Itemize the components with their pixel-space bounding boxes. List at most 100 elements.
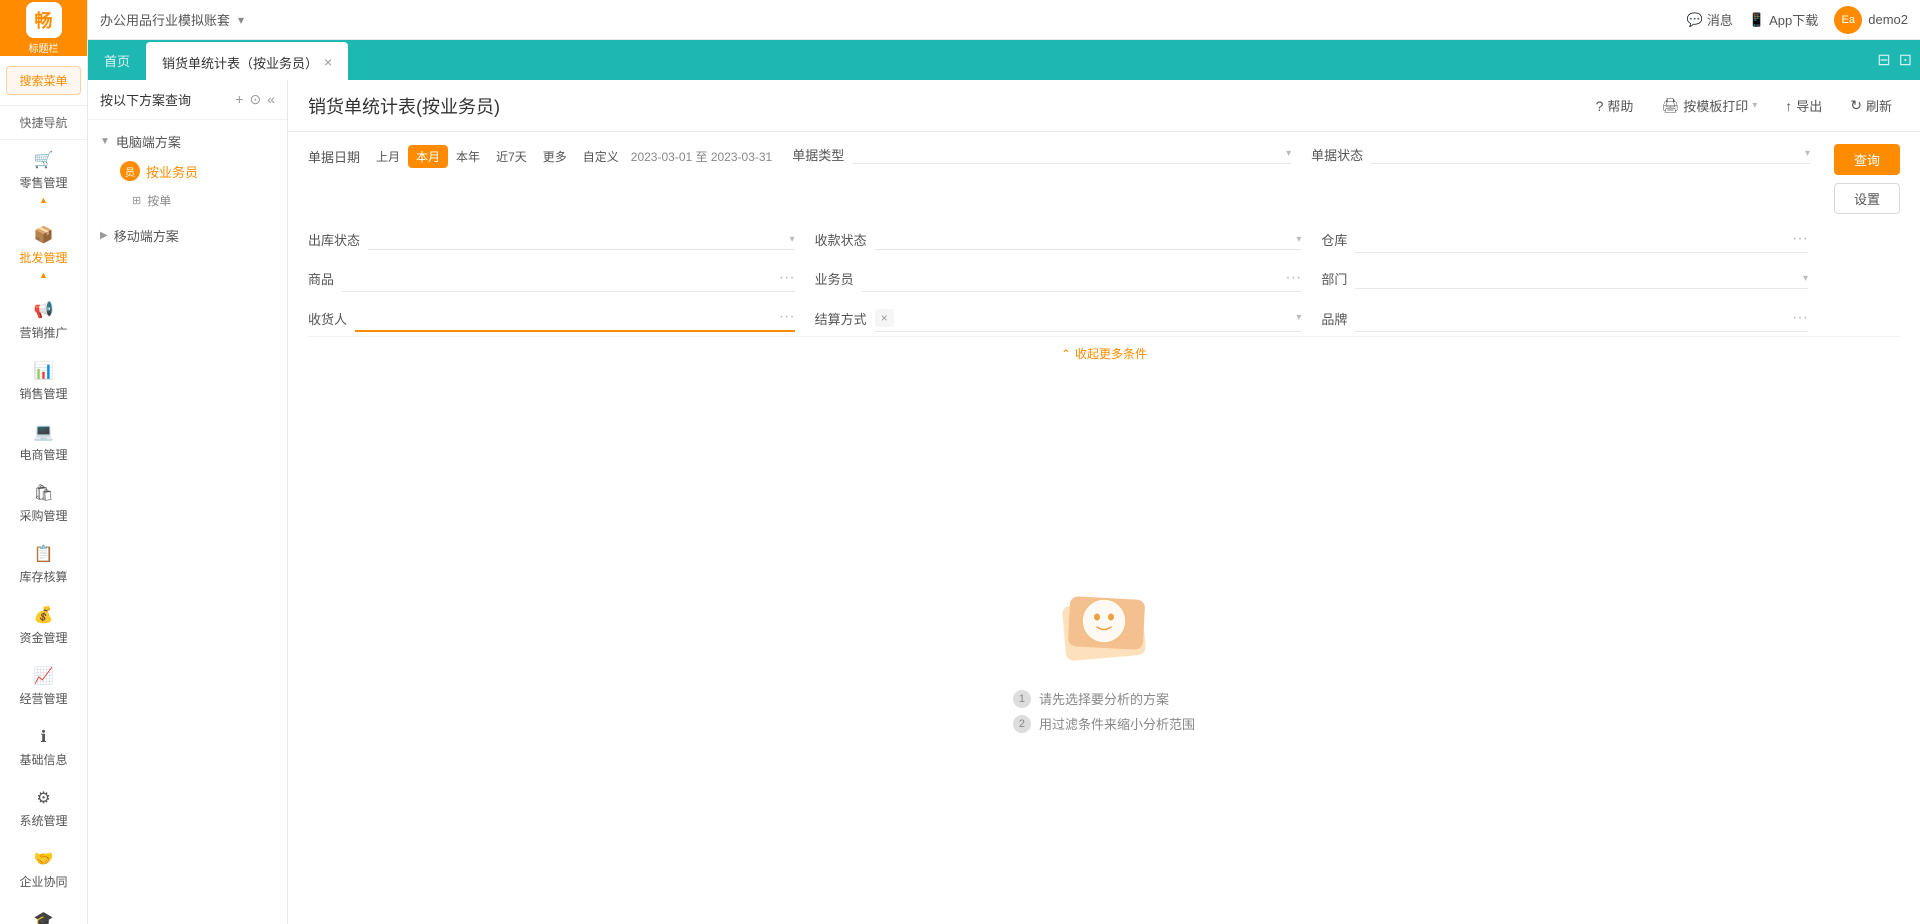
export-icon: ↑ [1785, 98, 1792, 114]
order-type-select[interactable]: ▾ [852, 144, 1291, 164]
salesperson-label: 业务员 [815, 269, 854, 288]
collapse-panel-button[interactable]: « [267, 91, 275, 108]
warehouse-dots[interactable]: ··· [1792, 230, 1808, 248]
sidebar-item-guide[interactable]: 🎓 新手引导 [0, 900, 87, 924]
page-header: 销货单统计表(按业务员) ? 帮助 🖨 按模板打印 ▾ ↑ [288, 80, 1920, 132]
refresh-icon: ↻ [1850, 97, 1862, 114]
print-dropdown-icon: ▾ [1752, 100, 1757, 111]
date-btn-last-month[interactable]: 上月 [368, 144, 408, 169]
scheme-item-salesperson[interactable]: 员 按业务员 [88, 155, 287, 187]
sidebar-item-inventory[interactable]: 📋 库存核算 [0, 534, 87, 595]
order-status-select[interactable]: ▾ [1371, 144, 1810, 164]
tab-sales-stats[interactable]: 销货单统计表（按业务员） × [146, 42, 348, 82]
sidebar-item-marketing[interactable]: 📢 营销推广 [0, 290, 87, 351]
out-status-label: 出库状态 [308, 230, 360, 249]
logo-icon: 畅 [26, 2, 62, 38]
inventory-icon: 📋 [34, 544, 54, 564]
page-header-actions: ? 帮助 🖨 按模板打印 ▾ ↑ 导出 ↻ [1588, 92, 1900, 119]
filter-row-4: 收货人 ··· 结算方式 × [308, 304, 1900, 332]
brand-dots[interactable]: ··· [1792, 309, 1808, 327]
filter-row-1: 单据日期 上月 本月 本年 近7天 更多 自定义 2023-03-01 至 20… [308, 144, 1900, 214]
date-btn-more[interactable]: 更多 [535, 144, 575, 169]
retail-icon: 🛒 [34, 150, 54, 170]
salesperson-dots[interactable]: ··· [1285, 269, 1301, 287]
date-range-display: 2023-03-01 至 2023-03-31 [631, 148, 772, 165]
logo-label: 标题栏 [29, 40, 59, 55]
search-menu-button[interactable]: 搜索菜单 [6, 66, 81, 95]
sidebar-item-retail[interactable]: 🛒 零售管理 ▲ [0, 140, 87, 215]
tab-controls: ⊟ ⊡ [1877, 50, 1920, 70]
sidebar-item-basic-info[interactable]: ℹ 基础信息 [0, 717, 87, 778]
refresh-button[interactable]: ↻ 刷新 [1842, 92, 1900, 119]
sidebar-item-finance[interactable]: 💰 资金管理 [0, 595, 87, 656]
query-button[interactable]: 查询 [1834, 144, 1900, 175]
settlement-tag-close[interactable]: × [881, 311, 888, 325]
recipient-dots[interactable]: ··· [779, 308, 795, 326]
salesperson-input[interactable]: ··· [862, 265, 1302, 292]
sidebar-item-wholesale[interactable]: 📦 批发管理 ▲ [0, 215, 87, 290]
user-name[interactable]: demo2 [1868, 12, 1908, 27]
sidebar-item-purchase[interactable]: 🛍 采购管理 [0, 473, 87, 534]
minimize-tab-button[interactable]: ⊟ [1877, 50, 1890, 70]
empty-hint-2: 2 用过滤条件来缩小分析范围 [1013, 714, 1195, 733]
order-type-label: 单据类型 [792, 145, 844, 164]
settlement-select[interactable]: × ▾ [875, 305, 1302, 332]
sidebar-item-system[interactable]: ⚙ 系统管理 [0, 778, 87, 839]
tab-close-icon[interactable]: × [324, 54, 332, 70]
help-icon: ? [1596, 98, 1604, 114]
scheme-settings-button[interactable]: ⊙ [249, 91, 261, 108]
recipient-text-input[interactable] [355, 310, 779, 325]
marketing-icon: 📢 [34, 300, 54, 320]
warehouse-input[interactable]: ··· [1355, 226, 1808, 253]
left-panel-title: 按以下方案查询 [100, 90, 191, 109]
order-status-arrow: ▾ [1805, 148, 1810, 159]
scheme-sub-item-order[interactable]: ⊞ 按单 [88, 187, 287, 214]
message-icon: 💬 [1687, 12, 1703, 28]
tab-home[interactable]: 首页 [88, 40, 146, 80]
brand-input[interactable]: ··· [1355, 305, 1808, 332]
desktop-scheme-group-header[interactable]: ▼ 电脑端方案 [88, 128, 287, 155]
sidebar-item-cooperation[interactable]: 🤝 企业协同 [0, 839, 87, 900]
empty-hints: 1 请先选择要分析的方案 2 用过滤条件来缩小分析范围 [1013, 689, 1195, 733]
recipient-filter: 收货人 ··· [308, 304, 795, 332]
collection-status-select[interactable]: ▾ [875, 230, 1302, 250]
out-status-select[interactable]: ▾ [368, 230, 795, 250]
order-status-filter: 单据状态 ▾ [1311, 144, 1810, 164]
logo[interactable]: 畅 标题栏 [0, 0, 87, 56]
collapse-filters-button[interactable]: ⌃ 收起更多条件 [308, 336, 1900, 370]
export-button[interactable]: ↑ 导出 [1777, 92, 1830, 119]
settlement-label: 结算方式 [815, 309, 867, 328]
out-status-arrow: ▾ [790, 234, 795, 245]
date-btn-7days[interactable]: 近7天 [488, 144, 535, 169]
action-buttons: 查询 设置 [1834, 144, 1900, 214]
filter-row-3: 商品 ··· 业务员 ··· 部门 [308, 265, 1900, 292]
recipient-input[interactable]: ··· [355, 304, 795, 332]
wholesale-icon: 📦 [34, 225, 54, 245]
product-input[interactable]: ··· [342, 265, 795, 292]
product-dots[interactable]: ··· [779, 269, 795, 287]
sidebar-item-ecommerce[interactable]: 💻 电商管理 [0, 412, 87, 473]
empty-state: 1 请先选择要分析的方案 2 用过滤条件来缩小分析范围 [288, 382, 1920, 924]
quick-nav-button[interactable]: 快捷导航 [0, 106, 87, 140]
department-select[interactable]: ▾ [1355, 269, 1808, 289]
date-btn-custom[interactable]: 自定义 [575, 144, 627, 169]
page-header-top: 销货单统计表(按业务员) ? 帮助 🖨 按模板打印 ▾ ↑ [308, 92, 1900, 119]
message-button[interactable]: 💬 消息 [1687, 10, 1733, 29]
add-scheme-button[interactable]: + [235, 91, 243, 108]
operations-icon: 📈 [34, 666, 54, 686]
order-type-arrow: ▾ [1286, 148, 1291, 159]
cooperation-icon: 🤝 [34, 849, 54, 869]
date-btn-this-month[interactable]: 本月 [408, 145, 448, 168]
date-btn-this-year[interactable]: 本年 [448, 144, 488, 169]
guide-icon: 🎓 [34, 910, 54, 924]
order-type-filter: 单据类型 ▾ [792, 144, 1291, 164]
topbar-dropdown[interactable]: ▾ [238, 13, 244, 27]
print-button[interactable]: 🖨 按模板打印 ▾ [1653, 92, 1765, 119]
sidebar-item-operations[interactable]: 📈 经营管理 [0, 656, 87, 717]
maximize-tab-button[interactable]: ⊡ [1899, 50, 1912, 70]
help-button[interactable]: ? 帮助 [1588, 92, 1642, 119]
sidebar-item-sales[interactable]: 📊 销售管理 [0, 351, 87, 412]
settings-button[interactable]: 设置 [1834, 183, 1900, 214]
app-download-button[interactable]: 📱 App下载 [1749, 10, 1818, 29]
mobile-scheme-group[interactable]: ▶ 移动端方案 [88, 222, 287, 249]
